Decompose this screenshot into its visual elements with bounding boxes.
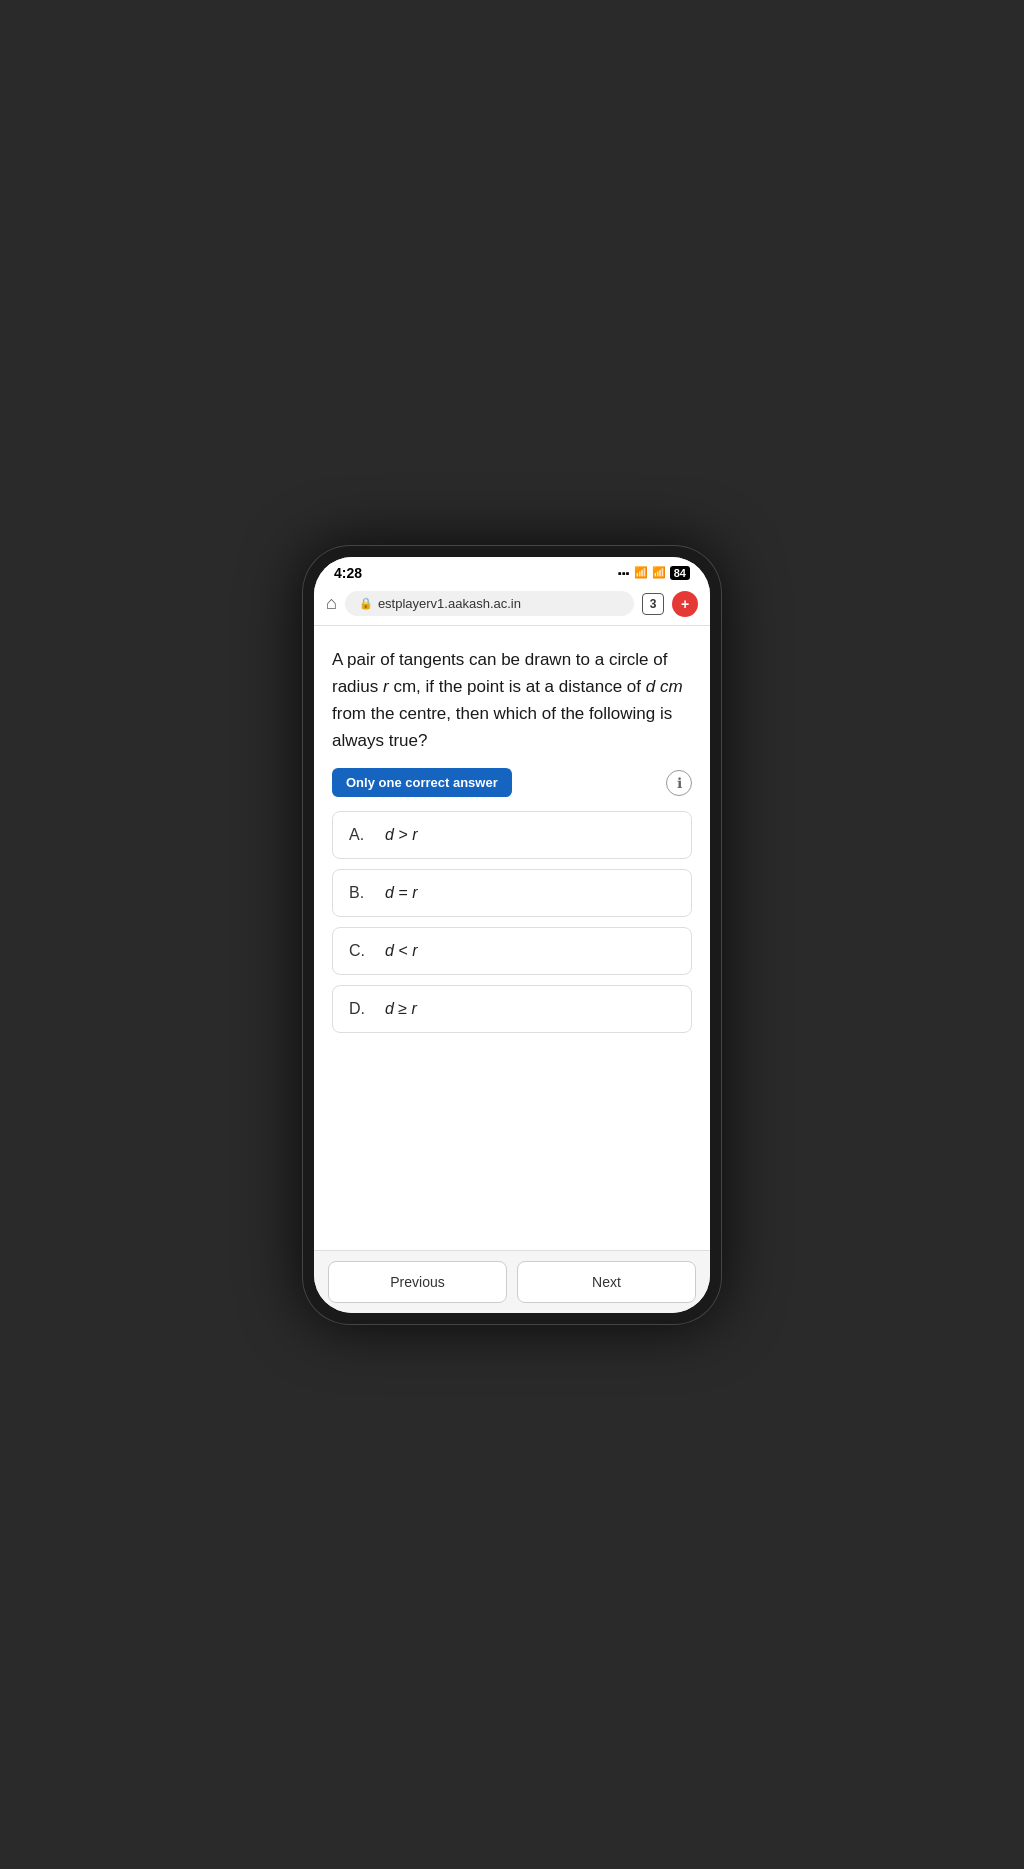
badge-row: Only one correct answer ℹ: [332, 768, 692, 797]
next-button[interactable]: Next: [517, 1261, 696, 1303]
wifi-icon: 📶: [634, 566, 648, 579]
plus-icon: +: [681, 596, 689, 612]
option-a-label: A.: [349, 826, 373, 844]
phone-frame: 4:28 ▪▪▪ 📶 📶 84 ⌂ 🔒 estplayerv1.aakash.a…: [302, 545, 722, 1325]
tab-count-badge[interactable]: 3: [642, 593, 664, 615]
url-bar[interactable]: 🔒 estplayerv1.aakash.ac.in: [345, 591, 634, 616]
option-c-label: C.: [349, 942, 373, 960]
add-tab-button[interactable]: +: [672, 591, 698, 617]
option-a-value: d > r: [385, 826, 417, 844]
browser-bar: ⌂ 🔒 estplayerv1.aakash.ac.in 3 +: [314, 585, 710, 626]
option-d[interactable]: D. d ≥ r: [332, 985, 692, 1033]
bottom-navigation: Previous Next: [314, 1250, 710, 1313]
content-area: A pair of tangents can be drawn to a cir…: [314, 626, 710, 1250]
option-b-value: d = r: [385, 884, 417, 902]
option-a[interactable]: A. d > r: [332, 811, 692, 859]
url-text: estplayerv1.aakash.ac.in: [378, 596, 521, 611]
phone-screen: 4:28 ▪▪▪ 📶 📶 84 ⌂ 🔒 estplayerv1.aakash.a…: [314, 557, 710, 1313]
info-icon[interactable]: ℹ: [666, 770, 692, 796]
home-icon[interactable]: ⌂: [326, 593, 337, 614]
signal-icon: ▪▪▪: [618, 567, 630, 579]
status-icons: ▪▪▪ 📶 📶 84: [618, 566, 690, 580]
option-c-value: d < r: [385, 942, 417, 960]
signal-strength-icon: 📶: [652, 566, 666, 579]
info-symbol: ℹ: [677, 775, 682, 791]
option-d-value: d ≥ r: [385, 1000, 417, 1018]
option-c[interactable]: C. d < r: [332, 927, 692, 975]
options-list: A. d > r B. d = r C. d < r D. d ≥ r: [332, 811, 692, 1033]
status-time: 4:28: [334, 565, 362, 581]
option-b[interactable]: B. d = r: [332, 869, 692, 917]
previous-button[interactable]: Previous: [328, 1261, 507, 1303]
answer-type-badge[interactable]: Only one correct answer: [332, 768, 512, 797]
question-text: A pair of tangents can be drawn to a cir…: [332, 646, 692, 755]
option-b-label: B.: [349, 884, 373, 902]
option-d-label: D.: [349, 1000, 373, 1018]
lock-icon: 🔒: [359, 597, 373, 610]
status-bar: 4:28 ▪▪▪ 📶 📶 84: [314, 557, 710, 585]
battery-indicator: 84: [670, 566, 690, 580]
